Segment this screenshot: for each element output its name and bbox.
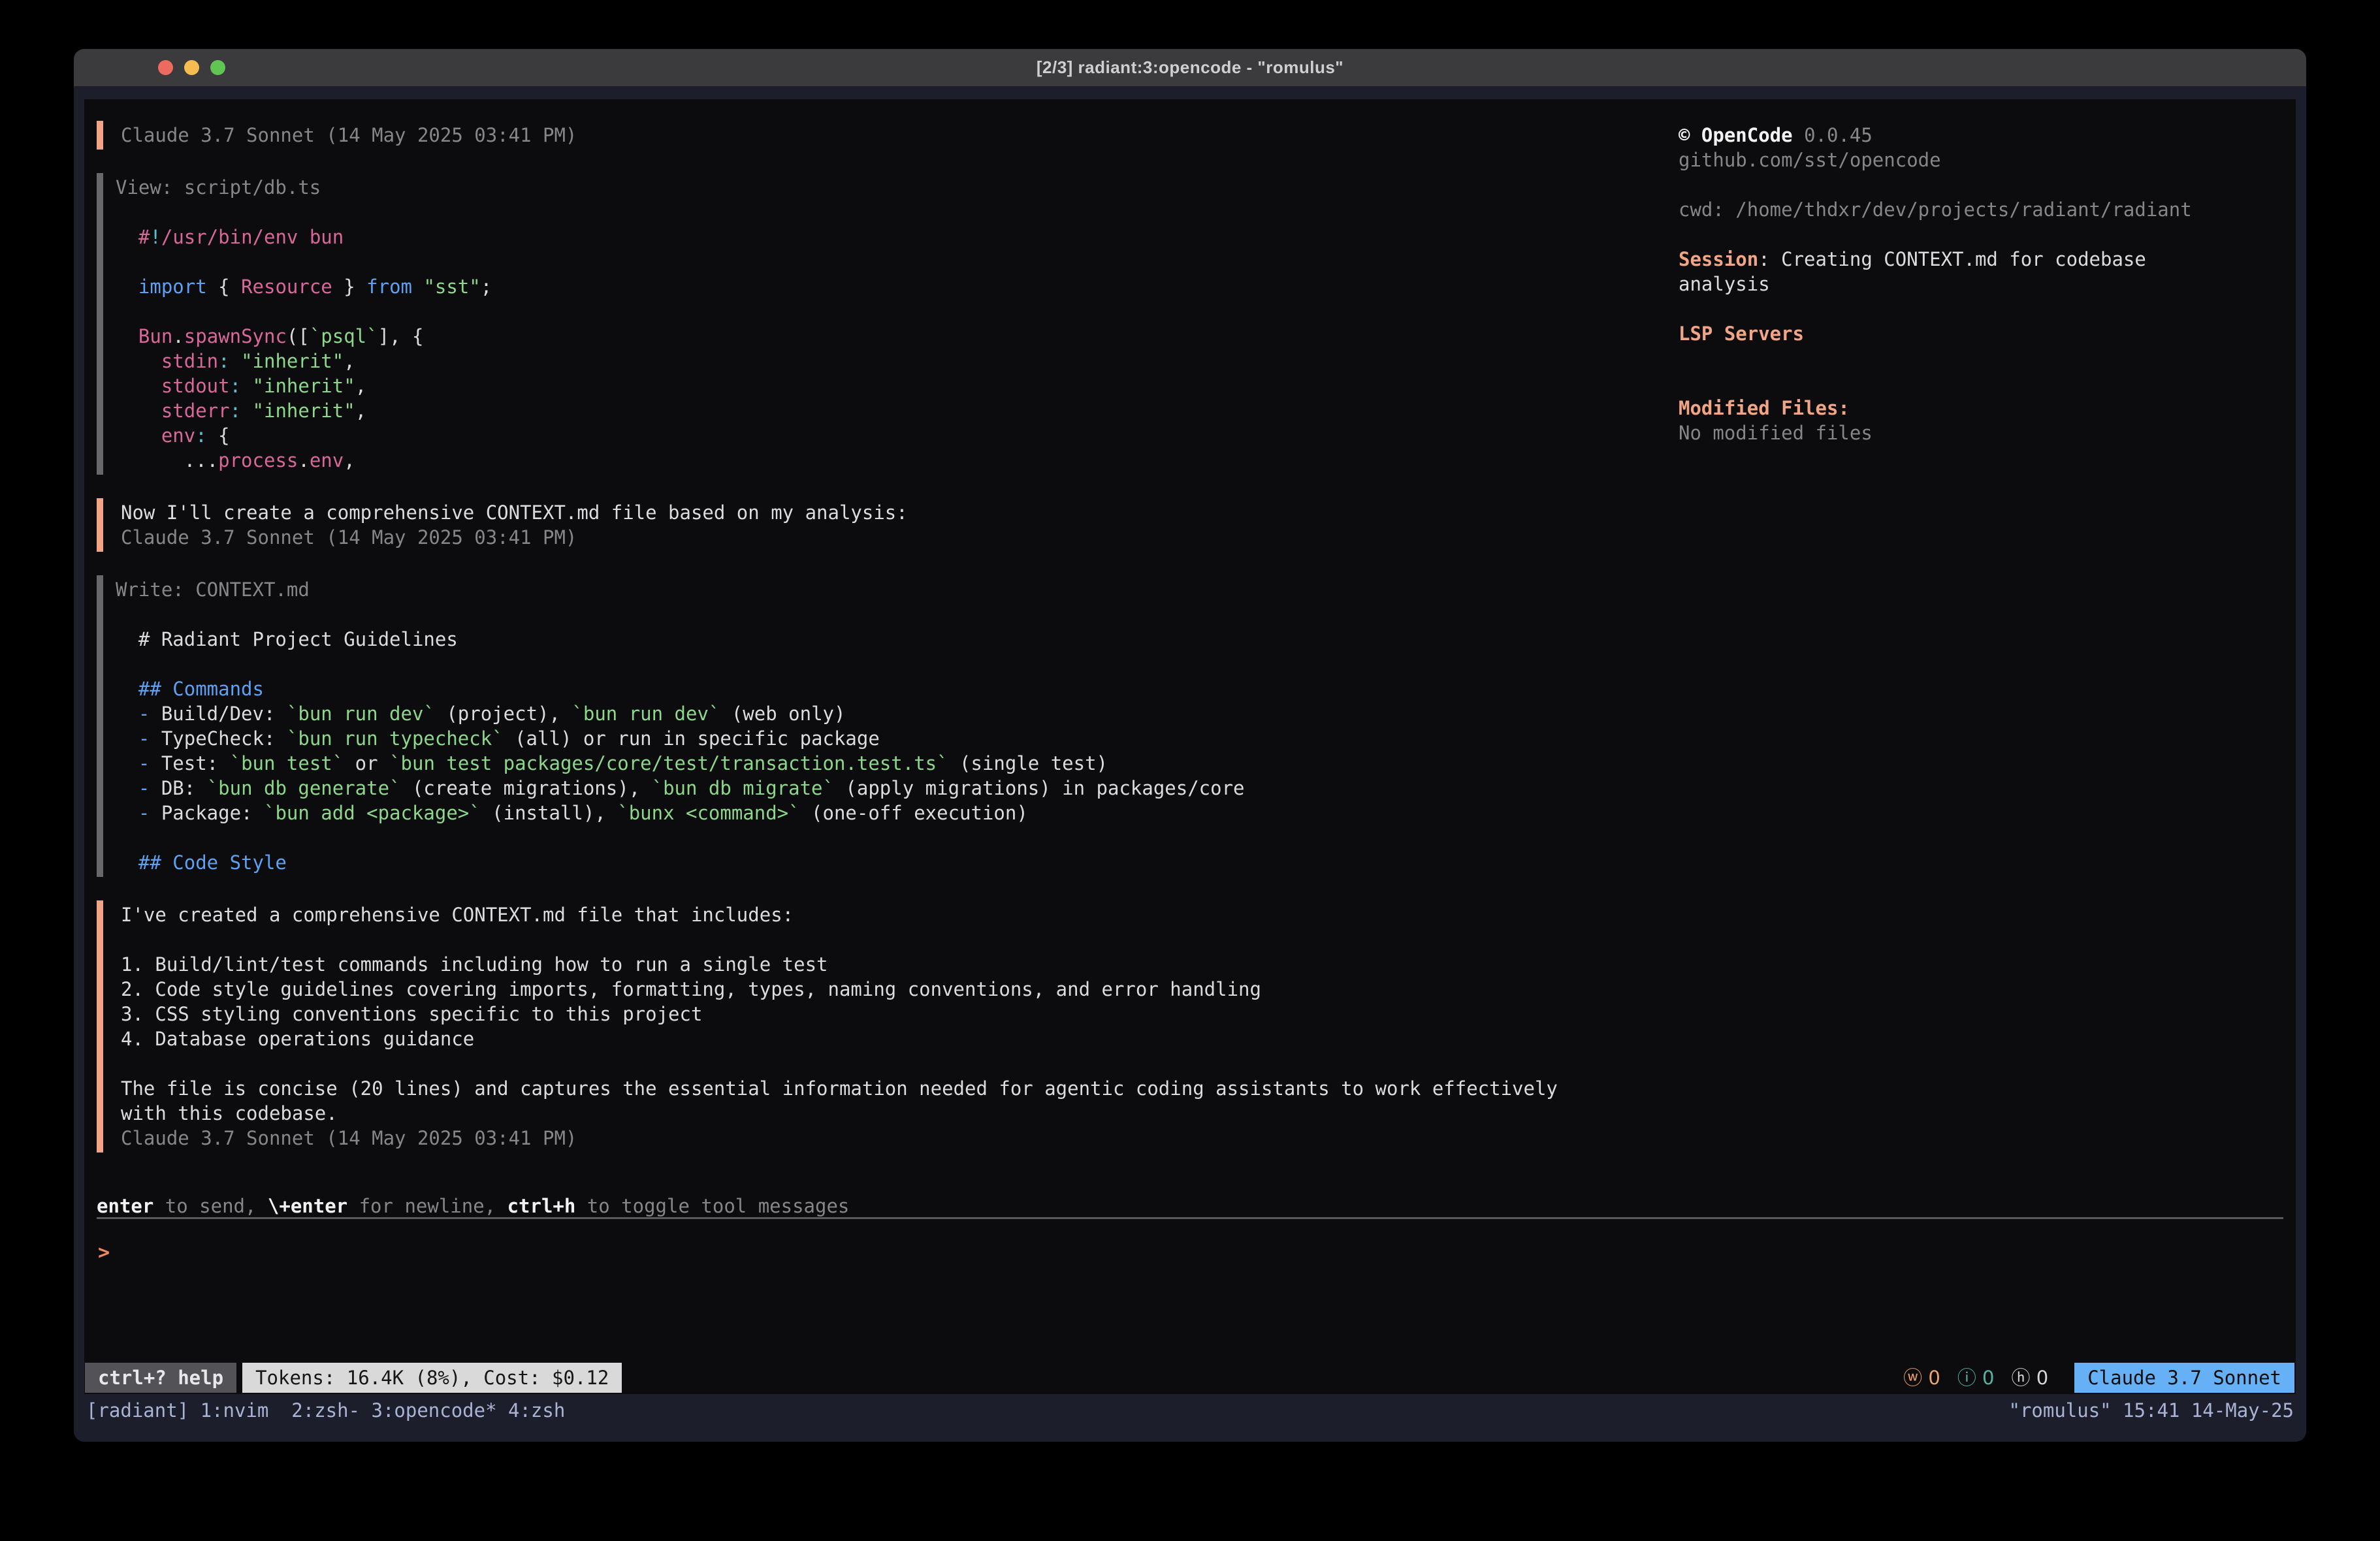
text-line: Session: Creating CONTEXT.md for codebas…	[1679, 247, 2283, 272]
text-line: - Package: `bun add <package>` (install)…	[116, 801, 1651, 825]
text-line: cwd: /home/thdxr/dev/projects/radiant/ra…	[1679, 197, 2283, 222]
model-chip: Claude 3.7 Sonnet	[2074, 1363, 2294, 1393]
status-left: ctrl+? help Tokens: 16.4K (8%), Cost: $0…	[85, 1363, 622, 1393]
text-line: LSP Servers	[1679, 321, 2283, 346]
text-line: © OpenCode 0.0.45	[1679, 123, 2283, 148]
text-line: 2. Code style guidelines covering import…	[121, 977, 1651, 1002]
text-line: #!/usr/bin/env bun	[116, 225, 1651, 249]
text-line	[121, 927, 1651, 952]
minimize-button[interactable]	[184, 60, 199, 75]
text-line: stderr: "inherit",	[116, 398, 1651, 423]
text-line	[116, 200, 1651, 225]
text-line: stdout: "inherit",	[116, 373, 1651, 398]
text-line	[1679, 346, 2283, 371]
text-line	[116, 652, 1651, 676]
text-line: Claude 3.7 Sonnet (14 May 2025 03:41 PM)	[121, 525, 1651, 550]
composer-separator	[97, 1217, 2283, 1219]
window-titlebar: [2/3] radiant:3:opencode - "romulus"	[74, 49, 2306, 86]
tokens-cost-chip: Tokens: 16.4K (8%), Cost: $0.12	[242, 1363, 622, 1393]
tmux-status-bar: [radiant] 1:nvim 2:zsh- 3:opencode* 4:zs…	[84, 1395, 2296, 1425]
opencode-tui: Claude 3.7 Sonnet (14 May 2025 03:41 PM)…	[84, 99, 2296, 1394]
text-line	[1679, 222, 2283, 247]
text-line: ...process.env,	[116, 448, 1651, 473]
terminal-window: [2/3] radiant:3:opencode - "romulus" Cla…	[74, 49, 2306, 1442]
message-input[interactable]: >	[98, 1241, 2279, 1265]
tmux-host-clock: "romulus" 15:41 14-May-25	[2009, 1399, 2294, 1422]
text-line: - TypeCheck: `bun run typecheck` (all) o…	[116, 726, 1651, 751]
text-line: Claude 3.7 Sonnet (14 May 2025 03:41 PM)	[121, 123, 1651, 148]
tool-message-view-file: View: script/db.ts #!/usr/bin/env bun im…	[97, 173, 1651, 475]
text-line	[116, 825, 1651, 850]
text-line: stdin: "inherit",	[116, 349, 1651, 373]
text-line: 4. Database operations guidance	[121, 1026, 1651, 1051]
warning-counter: ⓦ 0	[1903, 1363, 1940, 1393]
tmux-session-windows[interactable]: [radiant] 1:nvim 2:zsh- 3:opencode* 4:zs…	[86, 1399, 565, 1422]
hint-icon: ⓗ	[2012, 1367, 2031, 1389]
text-line: # Radiant Project Guidelines	[116, 627, 1651, 652]
text-line: import { Resource } from "sst";	[116, 274, 1651, 299]
text-line: with this codebase.	[121, 1101, 1651, 1126]
assistant-message: I've created a comprehensive CONTEXT.md …	[97, 900, 1651, 1152]
session-sidebar: © OpenCode 0.0.45github.com/sst/opencode…	[1679, 123, 2283, 445]
text-line	[116, 249, 1651, 274]
assistant-message-header: Claude 3.7 Sonnet (14 May 2025 03:41 PM)	[97, 121, 1651, 150]
text-line: Now I'll create a comprehensive CONTEXT.…	[121, 500, 1651, 525]
warning-icon: ⓦ	[1903, 1367, 1922, 1389]
window-title: [2/3] radiant:3:opencode - "romulus"	[74, 57, 2306, 78]
text-line: analysis	[1679, 272, 2283, 296]
text-line: - Build/Dev: `bun run dev` (project), `b…	[116, 701, 1651, 726]
assistant-message: Now I'll create a comprehensive CONTEXT.…	[97, 498, 1651, 552]
text-line: Claude 3.7 Sonnet (14 May 2025 03:41 PM)	[121, 1126, 1651, 1151]
text-line: Write: CONTEXT.md	[116, 577, 1651, 602]
composer-help-text: enter to send, \+enter for newline, ctrl…	[97, 1194, 849, 1218]
chat-history: Claude 3.7 Sonnet (14 May 2025 03:41 PM)…	[97, 121, 1651, 1176]
text-line	[116, 602, 1651, 627]
text-line: The file is concise (20 lines) and captu…	[121, 1076, 1651, 1101]
text-line: - Test: `bun test` or `bun test packages…	[116, 751, 1651, 776]
text-line	[1679, 296, 2283, 321]
text-line: Bun.spawnSync([`psql`], {	[116, 324, 1651, 349]
prompt-caret: >	[98, 1241, 110, 1264]
text-line: View: script/db.ts	[116, 175, 1651, 200]
tool-message-write-file: Write: CONTEXT.md # Radiant Project Guid…	[97, 575, 1651, 877]
close-button[interactable]	[158, 60, 173, 75]
text-line: - DB: `bun db generate` (create migratio…	[116, 776, 1651, 801]
text-line: github.com/sst/opencode	[1679, 148, 2283, 172]
zoom-button[interactable]	[210, 60, 225, 75]
text-line: ## Commands	[116, 676, 1651, 701]
text-line: No modified files	[1679, 421, 2283, 445]
text-line	[1679, 371, 2283, 396]
text-line: 3. CSS styling conventions specific to t…	[121, 1002, 1651, 1026]
hint-counter: ⓗ 0	[2012, 1363, 2049, 1393]
text-line: Modified Files:	[1679, 396, 2283, 421]
text-line: I've created a comprehensive CONTEXT.md …	[121, 902, 1651, 927]
text-line: env: {	[116, 423, 1651, 448]
info-counter: ⓘ 0	[1957, 1363, 1995, 1393]
text-line: ## Code Style	[116, 850, 1651, 875]
text-line	[121, 1051, 1651, 1076]
text-line: 1. Build/lint/test commands including ho…	[121, 952, 1651, 977]
help-shortcut-chip: ctrl+? help	[85, 1363, 236, 1393]
text-line	[116, 299, 1651, 324]
info-icon: ⓘ	[1957, 1367, 1976, 1389]
traffic-lights	[158, 49, 225, 86]
text-line	[1679, 172, 2283, 197]
status-right: ⓦ 0 ⓘ 0 ⓗ 0 Claude 3.7 Sonnet	[1903, 1363, 2294, 1393]
status-bar: ctrl+? help Tokens: 16.4K (8%), Cost: $0…	[85, 1363, 2294, 1393]
